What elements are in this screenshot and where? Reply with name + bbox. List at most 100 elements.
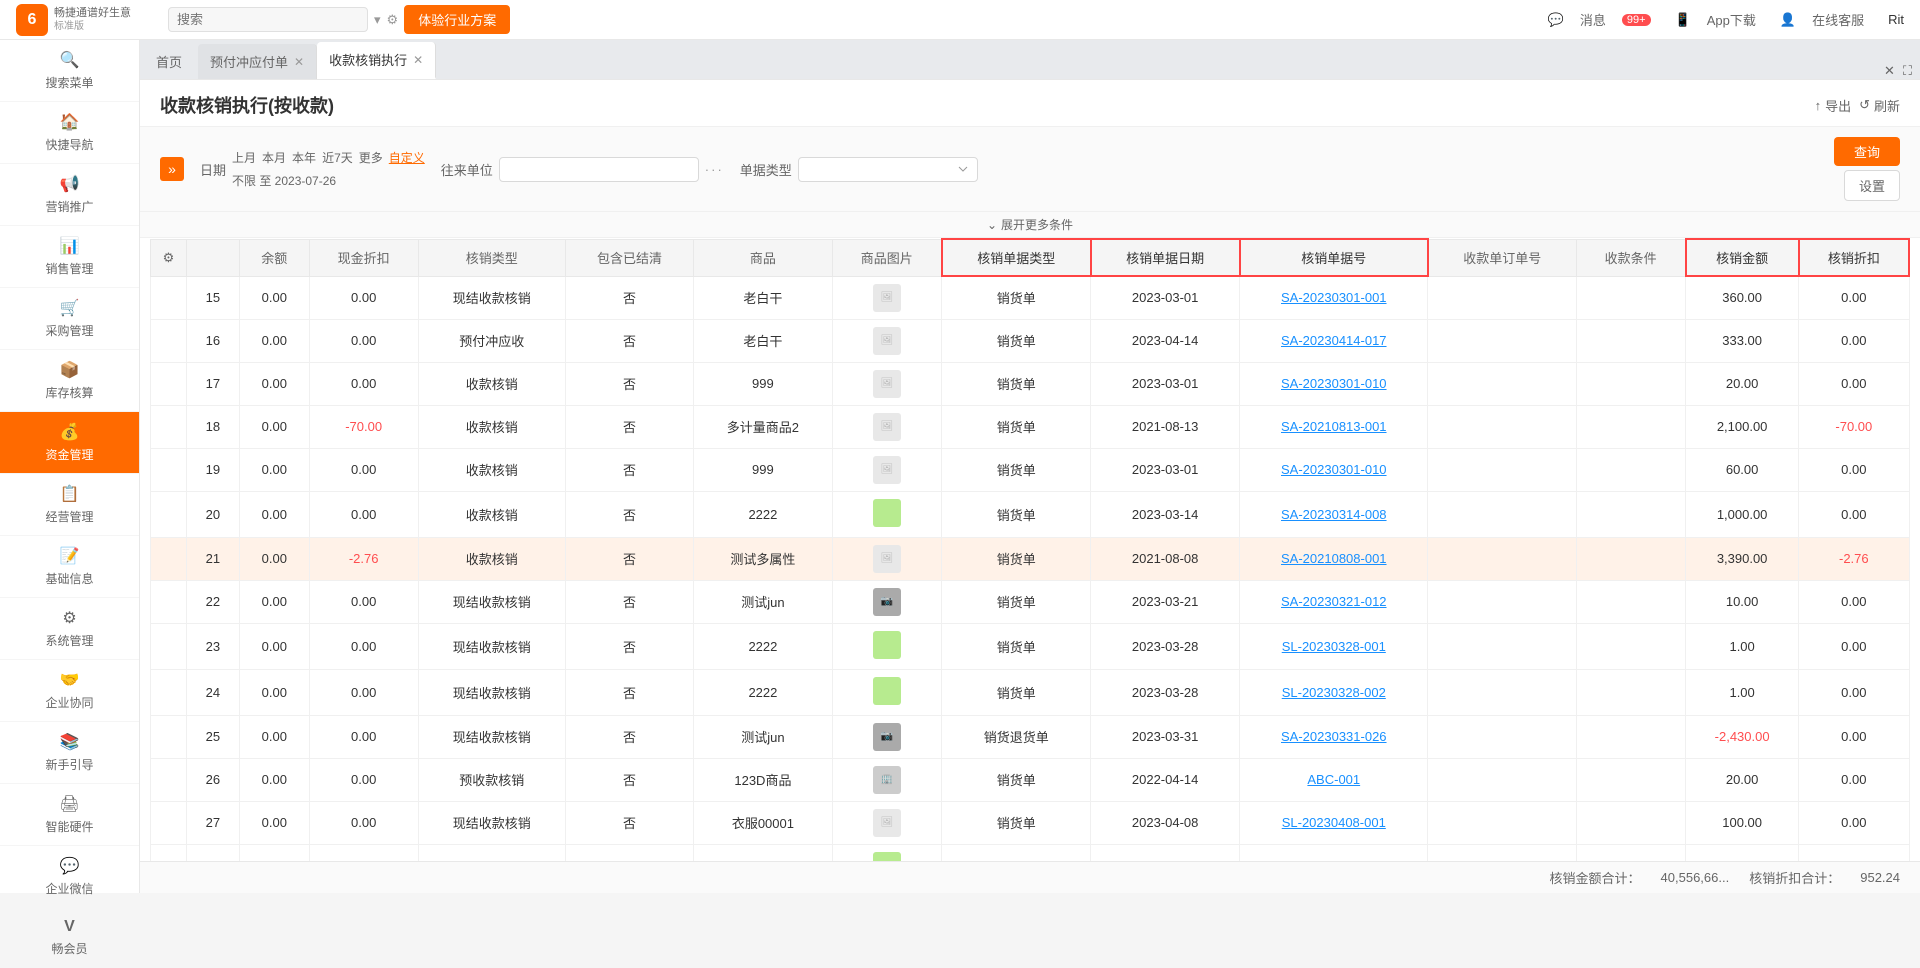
verify-bill-no-link[interactable]: SA-20210808-001 [1281,551,1387,566]
sidebar-item-wechat[interactable]: 💬 企业微信 [0,846,139,908]
verify-bill-no-link[interactable]: SA-20230331-026 [1281,729,1387,744]
col-verify-bill-date: 2023-03-01 [1091,362,1240,405]
col-verify-bill-date: 2023-04-08 [1091,801,1240,844]
col-receipt-order-no [1428,623,1576,669]
sidebar-item-guide[interactable]: 📚 新手引导 [0,722,139,784]
col-include-settled: 否 [565,276,693,319]
col-product-img: 🖼 [832,405,941,448]
col-cash-discount: 0.00 [309,276,418,319]
col-verify-bill-no: SA-20230314-008 [1240,491,1428,537]
operations-icon: 📋 [60,484,80,504]
close-tab-icon[interactable]: ✕ [1884,63,1895,79]
sidebar-item-quick-nav[interactable]: 🏠 快捷导航 [0,102,139,164]
sidebar-item-sales[interactable]: 📊 销售管理 [0,226,139,288]
messages-label[interactable]: 消息 [1580,10,1606,29]
th-settings[interactable]: ⚙ [151,239,187,276]
th-verify-bill-date: 核销单据日期 [1091,239,1240,276]
expand-tab-icon[interactable]: ⛶ [1903,63,1912,79]
sidebar-item-member[interactable]: V 畅会员 [0,908,139,968]
top-bar: 6 畅捷通谱好生意 标准版 ▾ ⚙ 体验行业方案 💬 消息 99+ 📱 App下… [0,0,1920,40]
verify-bill-no-link[interactable]: SL-20230328-001 [1282,639,1386,654]
col-receipt-cond [1576,715,1685,758]
main-area: 首页 预付冲应付单 ✕ 收款核销执行 ✕ ✕ ⛶ 收款核销执行(按收款) [140,40,1920,893]
col-verify-discount: 0.00 [1799,715,1909,758]
filter-toggle-btn[interactable]: » [160,157,184,181]
counterpart-input[interactable] [499,157,699,182]
col-seq: 26 [187,758,240,801]
col-cash-discount: 0.00 [309,623,418,669]
marketing-icon: 📢 [60,174,80,194]
online-service-label[interactable]: 在线客服 [1812,10,1864,29]
table-row: 210.00-2.76收款核销否测试多属性🖼销货单2021-08-08SA-20… [151,537,1910,580]
col-balance: 0.00 [239,623,309,669]
date-this-year[interactable]: 本年 [292,149,316,166]
col-cash-discount: 0.00 [309,758,418,801]
col-verify-amount: 360.00 [1686,276,1799,319]
verify-bill-no-link[interactable]: SL-20230408-001 [1282,815,1386,830]
col-receipt-order-no [1428,669,1576,715]
date-this-month[interactable]: 本月 [262,149,286,166]
sidebar-item-finance[interactable]: 💰 资金管理 [0,412,139,474]
settings-icon[interactable]: ⚙ [387,12,399,28]
verify-bill-no-link[interactable]: ABC-001 [1307,772,1360,787]
col-verify-bill-type: 销货单 [942,580,1091,623]
query-button[interactable]: 查询 [1834,137,1900,166]
app-download-label[interactable]: App下载 [1707,10,1756,29]
sidebar-item-operations[interactable]: 📋 经营管理 [0,474,139,536]
sidebar-item-enterprise[interactable]: 🤝 企业协同 [0,660,139,722]
tab-home[interactable]: 首页 [140,44,198,79]
tab-collection-close[interactable]: ✕ [413,53,423,67]
sidebar-item-inventory[interactable]: 📦 库存核算 [0,350,139,412]
wechat-icon: 💬 [60,856,80,876]
verify-bill-no-link[interactable]: SL-20230328-002 [1282,685,1386,700]
service-icon: 👤 [1780,12,1796,28]
sidebar-label: 快捷导航 [45,136,93,153]
col-seq: 28 [187,844,240,861]
date-custom[interactable]: 自定义 [389,149,425,166]
sidebar-item-system[interactable]: ⚙ 系统管理 [0,598,139,660]
basic-info-icon: 📝 [60,546,80,566]
verify-bill-no-link[interactable]: SA-20230321-012 [1281,594,1387,609]
sidebar-item-basic-info[interactable]: 📝 基础信息 [0,536,139,598]
top-search-input[interactable] [168,7,368,32]
sidebar-label: 采购管理 [45,322,93,339]
industry-btn[interactable]: 体验行业方案 [404,5,510,34]
expand-more-btn[interactable]: ⌄ 展开更多条件 [987,216,1073,233]
sidebar-item-purchase[interactable]: 🛒 采购管理 [0,288,139,350]
col-verify-discount: 0.00 [1799,844,1909,861]
col-product: 测试jun [694,580,833,623]
bill-type-select[interactable] [798,157,978,182]
sidebar-item-smart-hw[interactable]: 🖨 智能硬件 [0,784,139,846]
tab-collection[interactable]: 收款核销执行 ✕ [317,42,436,79]
col-verify-bill-date: 2023-03-21 [1091,580,1240,623]
tab-prepay-close[interactable]: ✕ [294,55,304,69]
verify-bill-no-link[interactable]: SA-20210813-001 [1281,419,1387,434]
top-right-area: 💬 消息 99+ 📱 App下载 👤 在线客服 Rit [1548,10,1904,29]
sidebar-item-search-menu[interactable]: 🔍 搜索菜单 [0,40,139,102]
col-verify-bill-no: SA-20230331-026 [1240,715,1428,758]
col-verify-bill-date: 2022-04-14 [1091,758,1240,801]
col-receipt-cond [1576,362,1685,405]
verify-bill-no-link[interactable]: SA-20230301-010 [1281,376,1387,391]
date-7days[interactable]: 近7天 [322,149,353,166]
date-prev-month[interactable]: 上月 [232,149,256,166]
col-verify-bill-type: 销货单 [942,405,1091,448]
verify-bill-no-link[interactable]: SA-20230314-008 [1281,507,1387,522]
verify-bill-no-link[interactable]: SA-20230301-010 [1281,462,1387,477]
col-product-img [832,669,941,715]
col-verify-type: 预收款核销 [418,758,565,801]
export-button[interactable]: ↑ 导出 [1815,96,1852,115]
sidebar-label: 经营管理 [45,508,93,525]
col-verify-discount: 0.00 [1799,319,1909,362]
chevron-down-icon[interactable]: ▾ [374,12,381,28]
col-cash-discount: 0.00 [309,844,418,861]
logo-icon: 6 [16,4,48,36]
date-more[interactable]: 更多 [359,149,383,166]
sidebar-item-marketing[interactable]: 📢 营销推广 [0,164,139,226]
verify-bill-no-link[interactable]: SA-20230301-001 [1281,290,1387,305]
tab-prepay[interactable]: 预付冲应付单 ✕ [198,44,317,79]
verify-bill-no-link[interactable]: SA-20230414-017 [1281,333,1387,348]
col-settings [151,319,187,362]
refresh-button[interactable]: ↺ 刷新 [1859,96,1900,115]
settings-button[interactable]: 设置 [1844,170,1900,201]
